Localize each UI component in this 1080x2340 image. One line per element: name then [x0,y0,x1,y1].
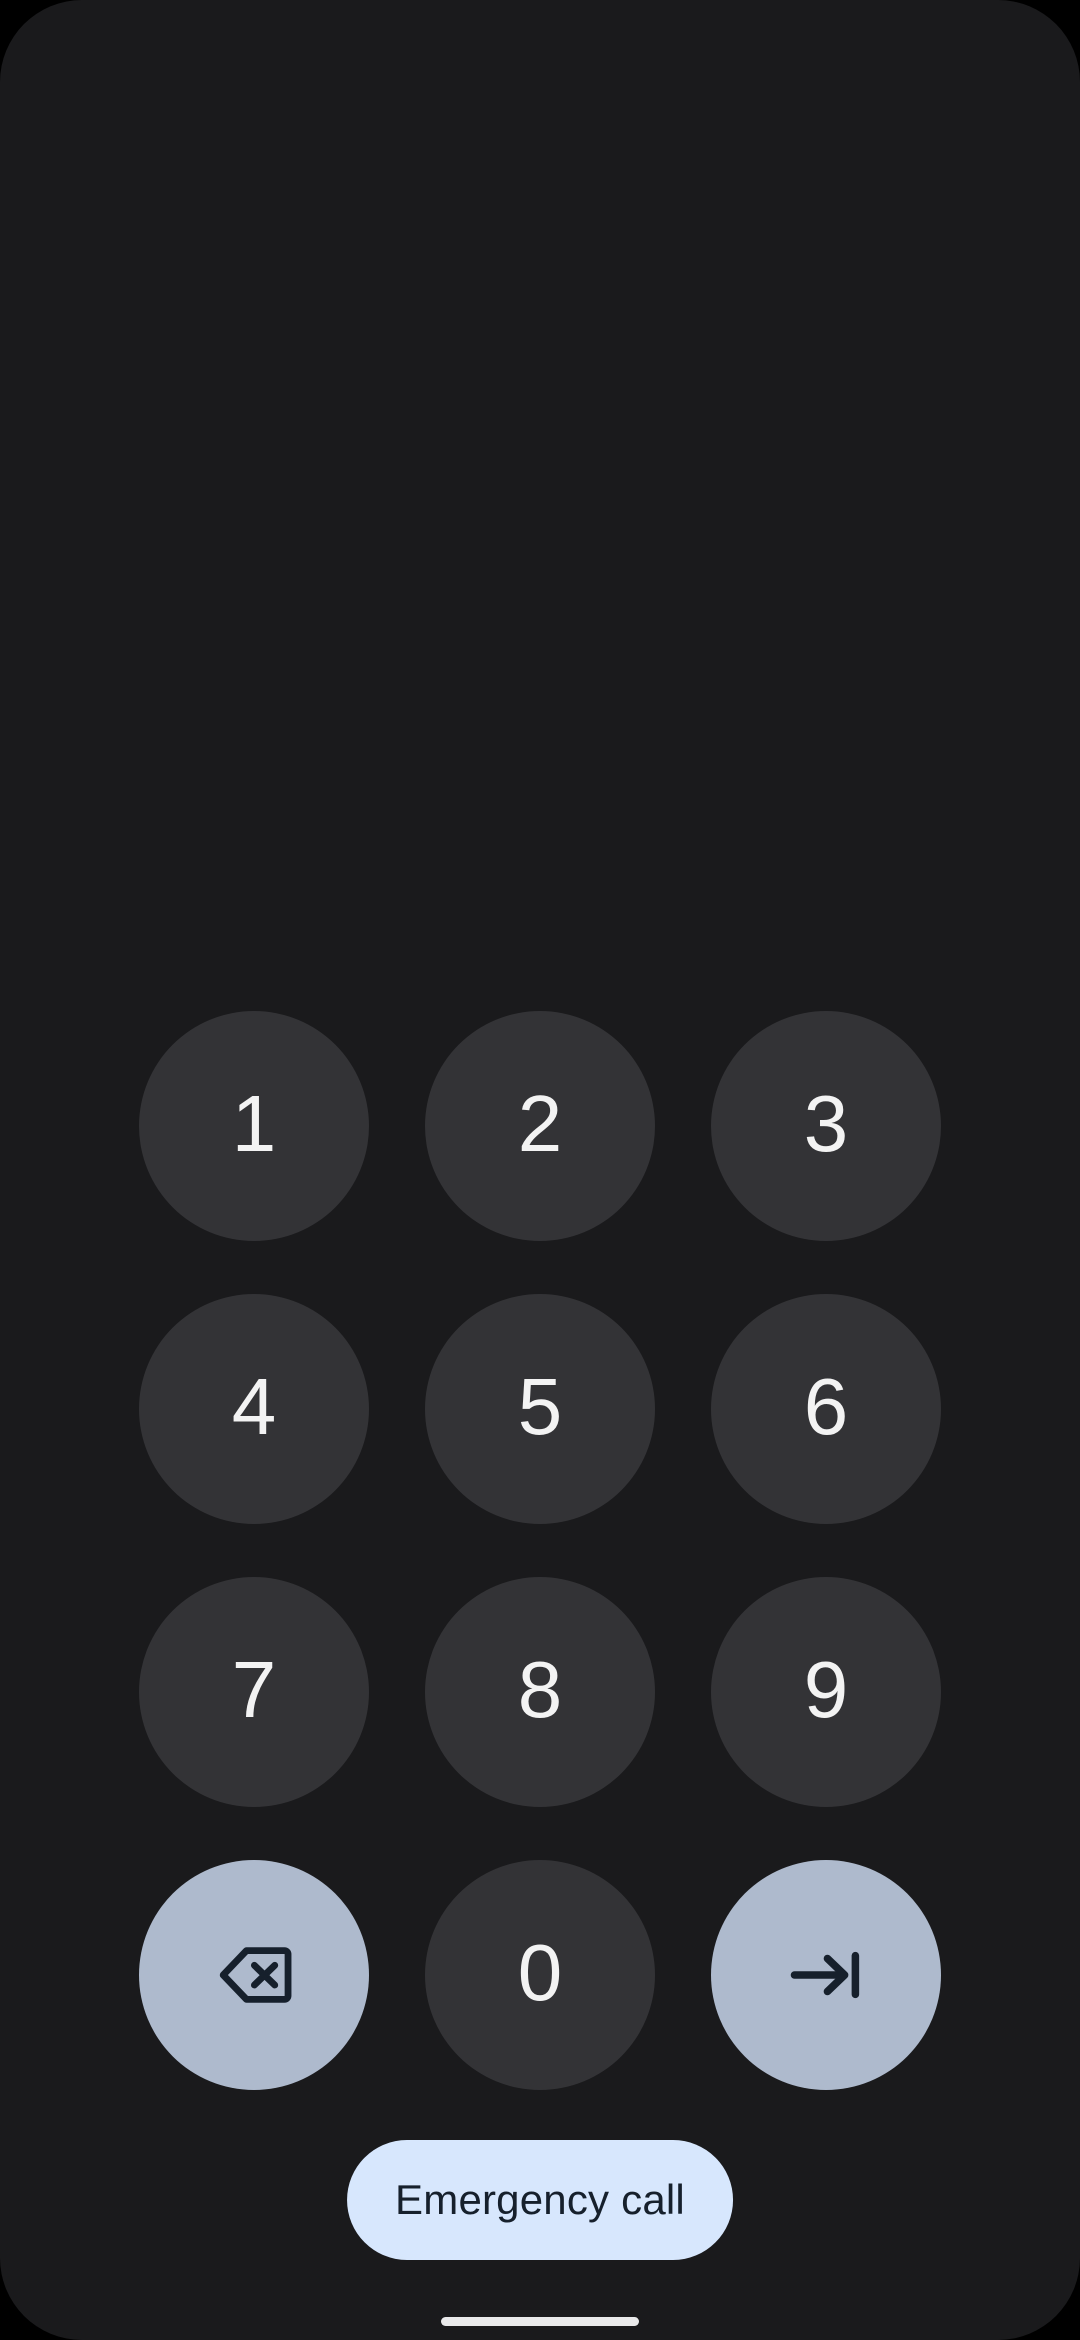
keypad-key-3-label: 3 [803,1079,849,1168]
emergency-call-button[interactable]: Emergency call [347,2140,733,2260]
keypad-key-5[interactable]: 5 [425,1294,655,1524]
emergency-call-label: Emergency call [395,2176,685,2223]
keypad-key-9[interactable]: 9 [711,1577,941,1807]
keypad-key-7[interactable]: 7 [139,1577,369,1807]
lock-screen: 1 2 3 4 5 6 7 8 9 0 Emergency call [0,0,1080,2340]
keypad-key-9-label: 9 [803,1645,849,1734]
keypad-key-backspace[interactable] [139,1860,369,2090]
home-indicator[interactable] [441,2317,639,2326]
keypad-key-8[interactable]: 8 [425,1577,655,1807]
keypad-key-enter[interactable] [711,1860,941,2090]
keypad-key-3[interactable]: 3 [711,1011,941,1241]
keypad-key-1[interactable]: 1 [139,1011,369,1241]
keypad-key-7-label: 7 [231,1645,277,1734]
keypad-key-4[interactable]: 4 [139,1294,369,1524]
keypad-key-1-label: 1 [231,1079,277,1168]
keypad-key-2[interactable]: 2 [425,1011,655,1241]
pin-keypad: 1 2 3 4 5 6 7 8 9 0 [0,0,1080,2340]
keypad-key-0[interactable]: 0 [425,1860,655,2090]
keypad-key-8-label: 8 [517,1645,563,1734]
keypad-key-2-label: 2 [517,1079,563,1168]
enter-icon [783,1932,869,2018]
keypad-key-6[interactable]: 6 [711,1294,941,1524]
keypad-key-0-label: 0 [517,1928,563,2017]
keypad-key-5-label: 5 [517,1362,563,1451]
keypad-key-6-label: 6 [803,1362,849,1451]
device-frame: 1 2 3 4 5 6 7 8 9 0 Emergency call [0,0,1080,2340]
keypad-key-4-label: 4 [231,1362,277,1451]
backspace-icon [211,1932,297,2018]
